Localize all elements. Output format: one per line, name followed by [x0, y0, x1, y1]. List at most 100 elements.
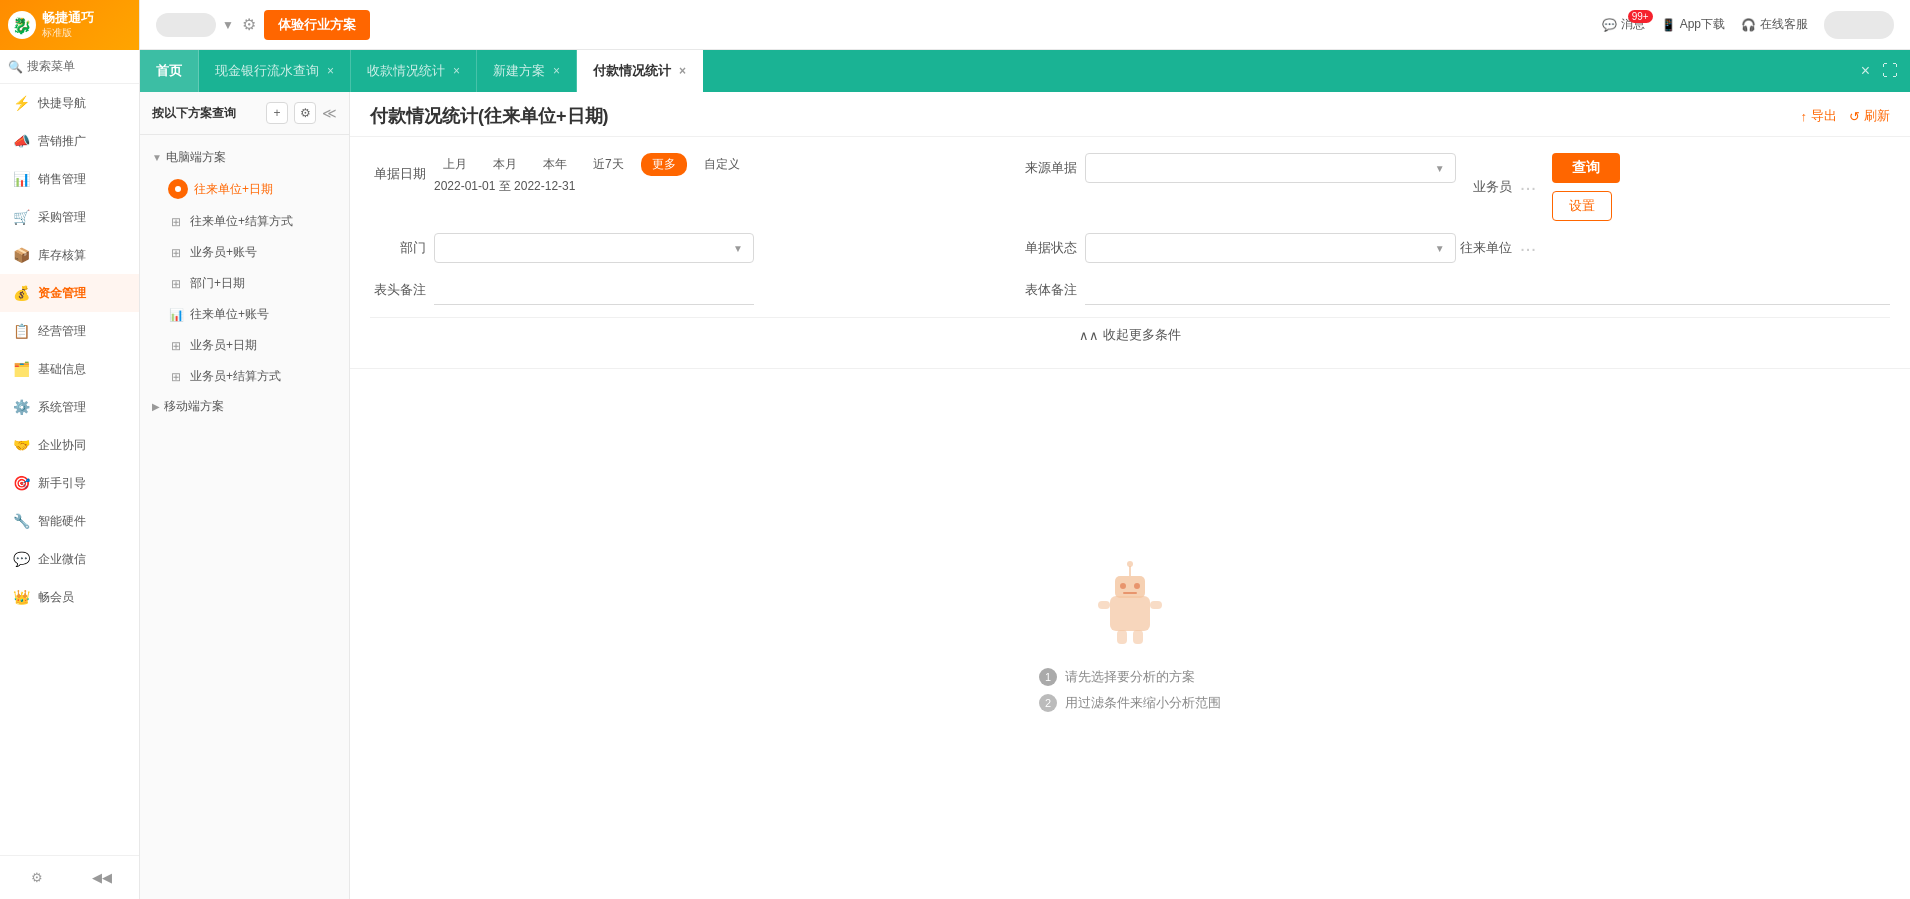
query-btns: 查询 设置 — [1552, 153, 1620, 221]
empty-tip-1: 1 请先选择要分析的方案 — [1039, 668, 1221, 686]
scheme-grid-icon: ⊞ — [168, 276, 184, 292]
tab-payment-stat[interactable]: 付款情况统计 × — [577, 50, 703, 92]
date-btn-this-year[interactable]: 本年 — [534, 153, 576, 176]
user-avatar — [156, 13, 216, 37]
tab-payment-stat-close[interactable]: × — [679, 64, 686, 78]
brand-area: 畅捷通巧 标准版 — [42, 10, 94, 40]
sidebar-header: 🐉 畅捷通巧 标准版 — [0, 0, 139, 50]
scheme-add-btn[interactable]: + — [266, 102, 288, 124]
tab-receipt-stat-close[interactable]: × — [453, 64, 460, 78]
sidebar-item-inventory[interactable]: 📦 库存核算 — [0, 236, 139, 274]
scheme-item-staff-account[interactable]: ⊞ 业务员+账号 — [140, 237, 349, 268]
tab-receipt-stat-label: 收款情况统计 — [367, 62, 445, 80]
date-btn-last-month[interactable]: 上月 — [434, 153, 476, 176]
nav-label: 资金管理 — [38, 285, 86, 302]
sidebar-item-operations[interactable]: 📋 经营管理 — [0, 312, 139, 350]
sidebar-item-guide[interactable]: 🎯 新手引导 — [0, 464, 139, 502]
settings-btn[interactable]: 设置 — [1552, 191, 1612, 221]
sidebar-item-basic-info[interactable]: 🗂️ 基础信息 — [0, 350, 139, 388]
header-note-input[interactable] — [434, 275, 754, 305]
tab-expand-icon[interactable]: ⛶ — [1878, 58, 1902, 84]
tab-bank-flow[interactable]: 现金银行流水查询 × — [199, 50, 351, 92]
tab-bank-flow-close[interactable]: × — [327, 64, 334, 78]
messages-btn[interactable]: 💬 消息 99+ — [1602, 16, 1645, 33]
sidebar-item-wechat[interactable]: 💬 企业微信 — [0, 540, 139, 578]
counterpart-more-icon[interactable]: ··· — [1520, 237, 1537, 260]
body-note-input[interactable] — [1085, 275, 1890, 305]
sidebar-item-marketing[interactable]: 📣 营销推广 — [0, 122, 139, 160]
sidebar-footer: ⚙ ◀◀ — [0, 855, 139, 899]
sidebar-item-capital[interactable]: 💰 资金管理 — [0, 274, 139, 312]
filter-row-2: 部门 ▼ 单据状态 ▼ 往来单位 — [370, 233, 1890, 263]
sidebar-item-purchase[interactable]: 🛒 采购管理 — [0, 198, 139, 236]
search-menu[interactable]: 🔍 搜索菜单 — [0, 50, 139, 84]
refresh-btn[interactable]: ↺ 刷新 — [1849, 107, 1890, 125]
status-select[interactable]: ▼ — [1085, 233, 1455, 263]
scheme-collapse-btn[interactable]: ≪ — [322, 105, 337, 121]
scheme-item-unit-date[interactable]: 往来单位+日期 — [140, 172, 349, 206]
filter-date-item: 单据日期 上月 本月 本年 近7天 更多 自定义 2022-01-01 至 20… — [370, 153, 1021, 195]
online-service-btn[interactable]: 🎧 在线客服 — [1741, 16, 1808, 33]
hardware-icon: 🔧 — [12, 512, 30, 530]
scheme-item-staff-date[interactable]: ⊞ 业务员+日期 — [140, 330, 349, 361]
mobile-label: 移动端方案 — [164, 398, 224, 415]
tab-new-scheme-close[interactable]: × — [553, 64, 560, 78]
scheme-panel: 按以下方案查询 + ⚙ ≪ ▼ 电脑端方案 往来单位+日期 ⊞ — [140, 92, 350, 899]
dept-select[interactable]: ▼ — [434, 233, 754, 263]
guide-icon: 🎯 — [12, 474, 30, 492]
scheme-item-unit-settle[interactable]: ⊞ 往来单位+结算方式 — [140, 206, 349, 237]
body-note-label: 表体备注 — [1021, 281, 1077, 299]
wechat-icon: 💬 — [12, 550, 30, 568]
tab-home[interactable]: 首页 — [140, 50, 199, 92]
trial-btn[interactable]: 体验行业方案 — [264, 10, 370, 40]
date-btn-7days[interactable]: 近7天 — [584, 153, 633, 176]
sidebar-item-quick-nav[interactable]: ⚡ 快捷导航 — [0, 84, 139, 122]
nav-label: 企业协同 — [38, 437, 86, 454]
scheme-item-unit-account[interactable]: 📊 往来单位+账号 — [140, 299, 349, 330]
main-area: ▼ ⚙ 体验行业方案 💬 消息 99+ 📱 App下载 🎧 在线客服 首页 — [140, 0, 1910, 899]
staff-more-icon[interactable]: ··· — [1520, 176, 1537, 199]
tab-receipt-stat[interactable]: 收款情况统计 × — [351, 50, 477, 92]
filter-status-col: 单据状态 ▼ — [1021, 233, 1455, 263]
collapse-arrow-icon: ∧∧ — [1079, 328, 1099, 343]
export-btn[interactable]: ↑ 导出 — [1801, 107, 1838, 125]
sidebar-item-sales[interactable]: 📊 销售管理 — [0, 160, 139, 198]
nav-label: 销售管理 — [38, 171, 86, 188]
status-label: 单据状态 — [1021, 239, 1077, 257]
header-note-label: 表头备注 — [370, 281, 426, 299]
edition-label: 标准版 — [42, 26, 94, 40]
scheme-settings-btn[interactable]: ⚙ — [294, 102, 316, 124]
topbar-settings-icon[interactable]: ⚙ — [242, 15, 256, 34]
sidebar-item-hardware[interactable]: 🔧 智能硬件 — [0, 502, 139, 540]
collapse-bar[interactable]: ∧∧ 收起更多条件 — [370, 317, 1890, 352]
app-download-btn[interactable]: 📱 App下载 — [1661, 16, 1725, 33]
footer-collapse-btn[interactable]: ◀◀ — [74, 864, 132, 891]
filter-counterpart-col: 往来单位 ··· — [1456, 237, 1890, 260]
query-btn[interactable]: 查询 — [1552, 153, 1620, 183]
quick-nav-icon: ⚡ — [12, 94, 30, 112]
dropdown-arrow-icon[interactable]: ▼ — [222, 18, 234, 32]
scheme-category-mobile[interactable]: ▶ 移动端方案 — [140, 392, 349, 421]
date-btn-custom[interactable]: 自定义 — [695, 153, 749, 176]
sidebar-item-system[interactable]: ⚙️ 系统管理 — [0, 388, 139, 426]
sidebar-item-membership[interactable]: 👑 畅会员 — [0, 578, 139, 616]
filter-source-item: 来源单据 ▼ — [1021, 153, 1455, 183]
page-actions: ↑ 导出 ↺ 刷新 — [1801, 107, 1891, 125]
scheme-category-desktop[interactable]: ▼ 电脑端方案 — [140, 143, 349, 172]
system-icon: ⚙️ — [12, 398, 30, 416]
user-area[interactable]: ▼ — [156, 13, 234, 37]
scheme-item-dept-date[interactable]: ⊞ 部门+日期 — [140, 268, 349, 299]
date-btn-this-month[interactable]: 本月 — [484, 153, 526, 176]
date-btn-more[interactable]: 更多 — [641, 153, 687, 176]
tabbar-right: × ⛶ — [1849, 58, 1910, 84]
tab-close-all-icon[interactable]: × — [1857, 58, 1874, 84]
logo-icon: 🐉 — [8, 11, 36, 39]
scheme-item-staff-settle[interactable]: ⊞ 业务员+结算方式 — [140, 361, 349, 392]
footer-settings-btn[interactable]: ⚙ — [8, 864, 66, 891]
robot-svg — [1080, 556, 1180, 656]
topbar-user-info[interactable] — [1824, 11, 1894, 39]
tab-new-scheme[interactable]: 新建方案 × — [477, 50, 577, 92]
sidebar-item-enterprise[interactable]: 🤝 企业协同 — [0, 426, 139, 464]
source-select[interactable]: ▼ — [1085, 153, 1455, 183]
scheme-chart-icon: 📊 — [168, 307, 184, 323]
